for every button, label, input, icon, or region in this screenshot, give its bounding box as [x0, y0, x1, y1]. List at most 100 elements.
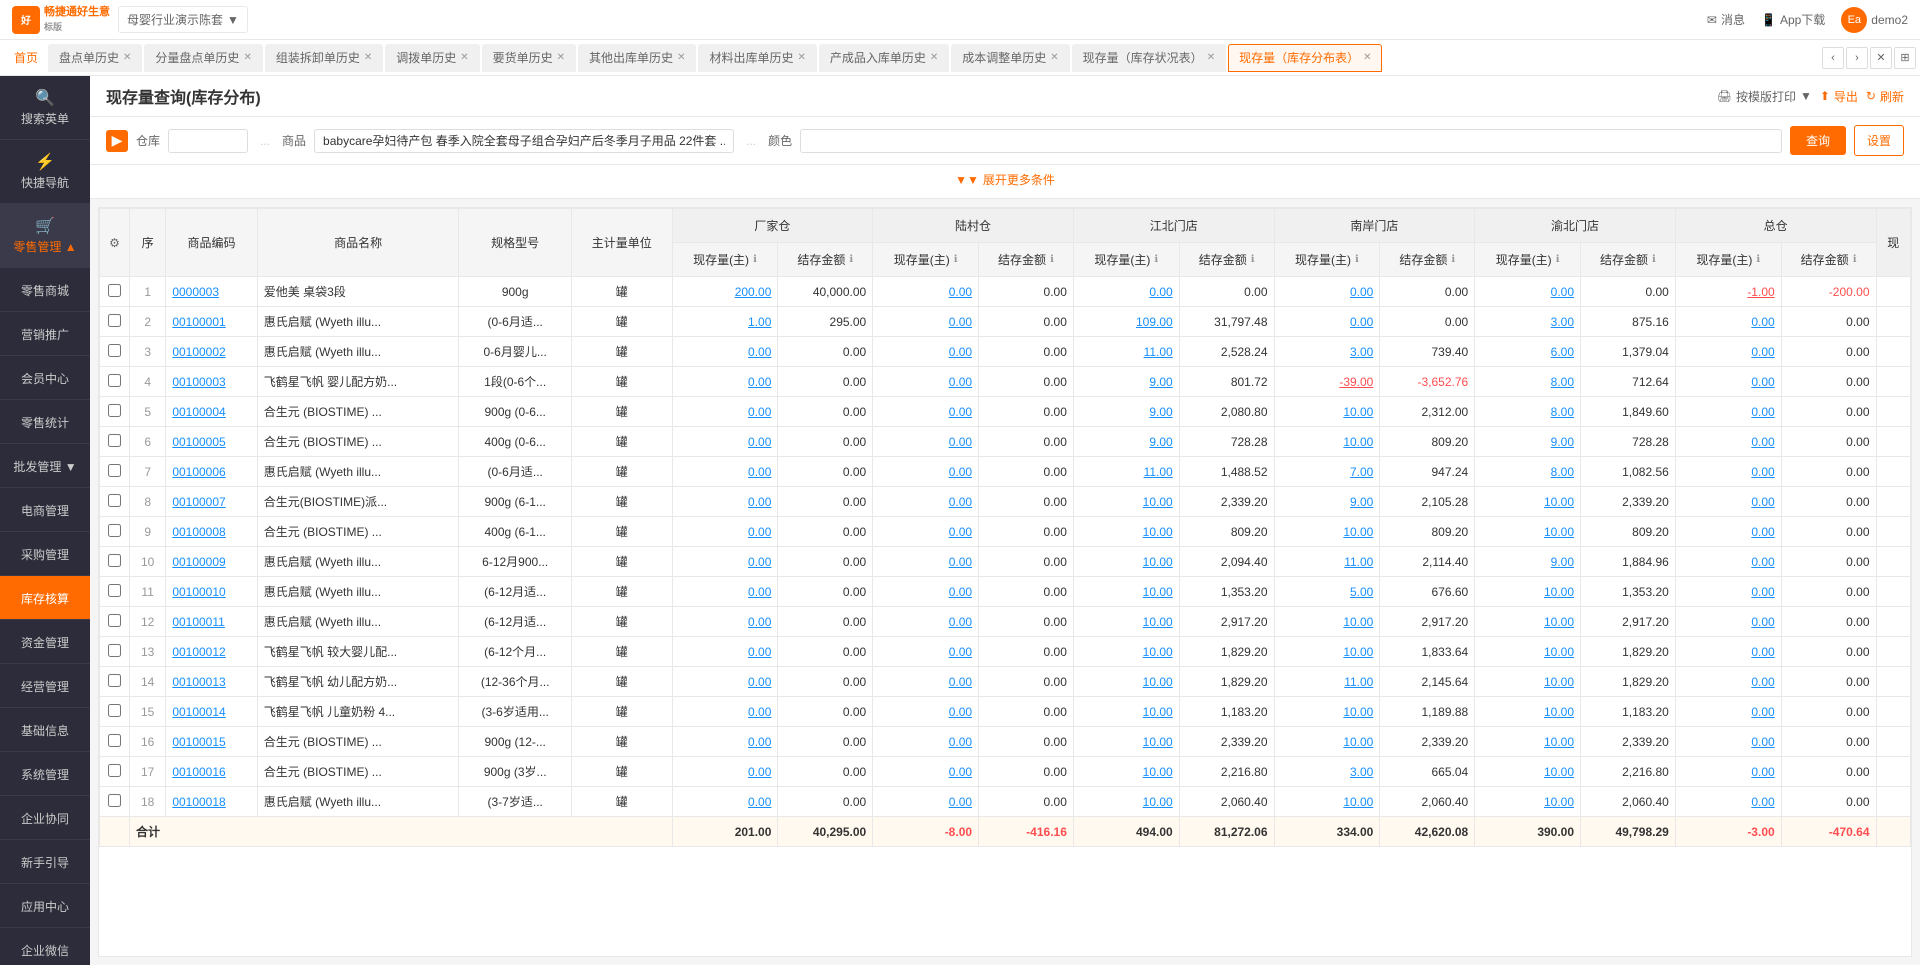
table-container[interactable]: ⚙ 序 商品编码 商品名称 规格型号 主计量单位 厂家仓 陆村仓 江北门店 南岸…: [98, 207, 1912, 957]
td-yubei-stock[interactable]: 8.00: [1475, 367, 1581, 397]
sidebar-item-system[interactable]: 系统管理: [0, 752, 90, 796]
close-icon[interactable]: ✕: [677, 52, 685, 63]
export-btn[interactable]: ⬆ 导出: [1820, 88, 1858, 105]
td-lucun-stock[interactable]: 0.00: [873, 607, 979, 637]
td-changjia-stock[interactable]: 1.00: [672, 307, 778, 337]
td-nanan-stock[interactable]: 10.00: [1274, 427, 1380, 457]
sidebar-item-retail-mgmt[interactable]: 🛒 零售管理 ▲: [0, 204, 90, 268]
td-checkbox[interactable]: [100, 607, 130, 637]
td-changjia-stock[interactable]: 0.00: [672, 637, 778, 667]
td-checkbox[interactable]: [100, 757, 130, 787]
td-jiangbei-stock[interactable]: 9.00: [1073, 367, 1179, 397]
info-icon[interactable]: ℹ: [1154, 254, 1158, 265]
td-code[interactable]: 00100008: [166, 517, 257, 547]
td-total-stock[interactable]: 0.00: [1675, 697, 1781, 727]
td-nanan-stock[interactable]: 7.00: [1274, 457, 1380, 487]
td-changjia-stock[interactable]: 0.00: [672, 337, 778, 367]
row-checkbox[interactable]: [108, 704, 121, 717]
row-checkbox[interactable]: [108, 374, 121, 387]
td-lucun-stock[interactable]: 0.00: [873, 427, 979, 457]
td-code[interactable]: 00100011: [166, 607, 257, 637]
td-changjia-stock[interactable]: 0.00: [672, 727, 778, 757]
td-yubei-stock[interactable]: 10.00: [1475, 787, 1581, 817]
user-menu[interactable]: Ea demo2: [1841, 7, 1908, 33]
td-yubei-stock[interactable]: 10.00: [1475, 637, 1581, 667]
print-btn[interactable]: 🖨 按模版打印 ▼: [1717, 88, 1812, 105]
td-jiangbei-stock[interactable]: 10.00: [1073, 487, 1179, 517]
td-nanan-stock[interactable]: 3.00: [1274, 757, 1380, 787]
td-jiangbei-stock[interactable]: 11.00: [1073, 337, 1179, 367]
td-nanan-stock[interactable]: 10.00: [1274, 517, 1380, 547]
tab-cost-adjustment[interactable]: 成本调整单历史 ✕: [951, 44, 1069, 72]
td-jiangbei-stock[interactable]: 109.00: [1073, 307, 1179, 337]
row-checkbox[interactable]: [108, 434, 121, 447]
td-yubei-stock[interactable]: 10.00: [1475, 727, 1581, 757]
td-nanan-stock[interactable]: 10.00: [1274, 607, 1380, 637]
td-lucun-stock[interactable]: 0.00: [873, 787, 979, 817]
td-nanan-stock[interactable]: 11.00: [1274, 547, 1380, 577]
td-total-stock[interactable]: 0.00: [1675, 307, 1781, 337]
tab-inventory-check[interactable]: 盘点单历史 ✕: [48, 44, 142, 72]
td-checkbox[interactable]: [100, 517, 130, 547]
row-checkbox[interactable]: [108, 344, 121, 357]
sidebar-item-enterprise[interactable]: 企业协同: [0, 796, 90, 840]
tab-home[interactable]: 首页: [4, 49, 48, 66]
row-checkbox[interactable]: [108, 674, 121, 687]
td-total-stock[interactable]: 0.00: [1675, 397, 1781, 427]
sidebar-item-finance[interactable]: 资金管理: [0, 620, 90, 664]
td-checkbox[interactable]: [100, 547, 130, 577]
td-yubei-stock[interactable]: 9.00: [1475, 427, 1581, 457]
td-jiangbei-stock[interactable]: 10.00: [1073, 517, 1179, 547]
td-changjia-stock[interactable]: 0.00: [672, 457, 778, 487]
td-yubei-stock[interactable]: 10.00: [1475, 667, 1581, 697]
close-icon[interactable]: ✕: [123, 52, 131, 63]
td-total-stock[interactable]: 0.00: [1675, 547, 1781, 577]
sidebar-item-marketing[interactable]: 营销推广: [0, 312, 90, 356]
td-total-stock[interactable]: 0.00: [1675, 367, 1781, 397]
td-jiangbei-stock[interactable]: 10.00: [1073, 607, 1179, 637]
td-changjia-stock[interactable]: 0.00: [672, 427, 778, 457]
close-icon[interactable]: ✕: [557, 52, 565, 63]
td-lucun-stock[interactable]: 0.00: [873, 727, 979, 757]
tab-product-inbound[interactable]: 产成品入库单历史 ✕: [819, 44, 949, 72]
td-yubei-stock[interactable]: 10.00: [1475, 577, 1581, 607]
td-checkbox[interactable]: [100, 637, 130, 667]
td-code[interactable]: 0000003: [166, 277, 257, 307]
row-checkbox[interactable]: [108, 524, 121, 537]
td-total-stock[interactable]: 0.00: [1675, 727, 1781, 757]
td-code[interactable]: 00100014: [166, 697, 257, 727]
td-nanan-stock[interactable]: 10.00: [1274, 787, 1380, 817]
info-icon[interactable]: ℹ: [1556, 254, 1560, 265]
close-icon[interactable]: ✕: [364, 52, 372, 63]
td-yubei-stock[interactable]: 8.00: [1475, 397, 1581, 427]
info-icon[interactable]: ℹ: [849, 254, 853, 265]
td-code[interactable]: 00100004: [166, 397, 257, 427]
td-code[interactable]: 00100015: [166, 727, 257, 757]
td-yubei-stock[interactable]: 9.00: [1475, 547, 1581, 577]
td-changjia-stock[interactable]: 0.00: [672, 487, 778, 517]
sidebar-item-retail-stats[interactable]: 零售统计: [0, 400, 90, 444]
td-lucun-stock[interactable]: 0.00: [873, 517, 979, 547]
td-nanan-stock[interactable]: 0.00: [1274, 307, 1380, 337]
sidebar-item-procurement[interactable]: 采购管理: [0, 532, 90, 576]
td-total-stock[interactable]: 0.00: [1675, 487, 1781, 517]
expand-more-btn[interactable]: ▼▼ 展开更多条件: [106, 167, 1904, 192]
td-lucun-stock[interactable]: 0.00: [873, 547, 979, 577]
td-jiangbei-stock[interactable]: 10.00: [1073, 667, 1179, 697]
td-checkbox[interactable]: [100, 337, 130, 367]
row-checkbox[interactable]: [108, 464, 121, 477]
td-jiangbei-stock[interactable]: 11.00: [1073, 457, 1179, 487]
goods-input[interactable]: [314, 129, 734, 153]
sidebar-item-member-center[interactable]: 会员中心: [0, 356, 90, 400]
sidebar-item-ecommerce[interactable]: 电商管理: [0, 488, 90, 532]
tab-requisition[interactable]: 要货单历史 ✕: [482, 44, 576, 72]
sidebar-item-retail-store[interactable]: 零售商城: [0, 268, 90, 312]
info-icon[interactable]: ℹ: [1652, 254, 1656, 265]
close-icon[interactable]: ✕: [1363, 52, 1371, 63]
row-checkbox[interactable]: [108, 404, 121, 417]
td-nanan-stock[interactable]: 10.00: [1274, 397, 1380, 427]
td-jiangbei-stock[interactable]: 10.00: [1073, 757, 1179, 787]
sidebar-item-operations[interactable]: 经营管理: [0, 664, 90, 708]
td-yubei-stock[interactable]: 10.00: [1475, 517, 1581, 547]
td-code[interactable]: 00100010: [166, 577, 257, 607]
